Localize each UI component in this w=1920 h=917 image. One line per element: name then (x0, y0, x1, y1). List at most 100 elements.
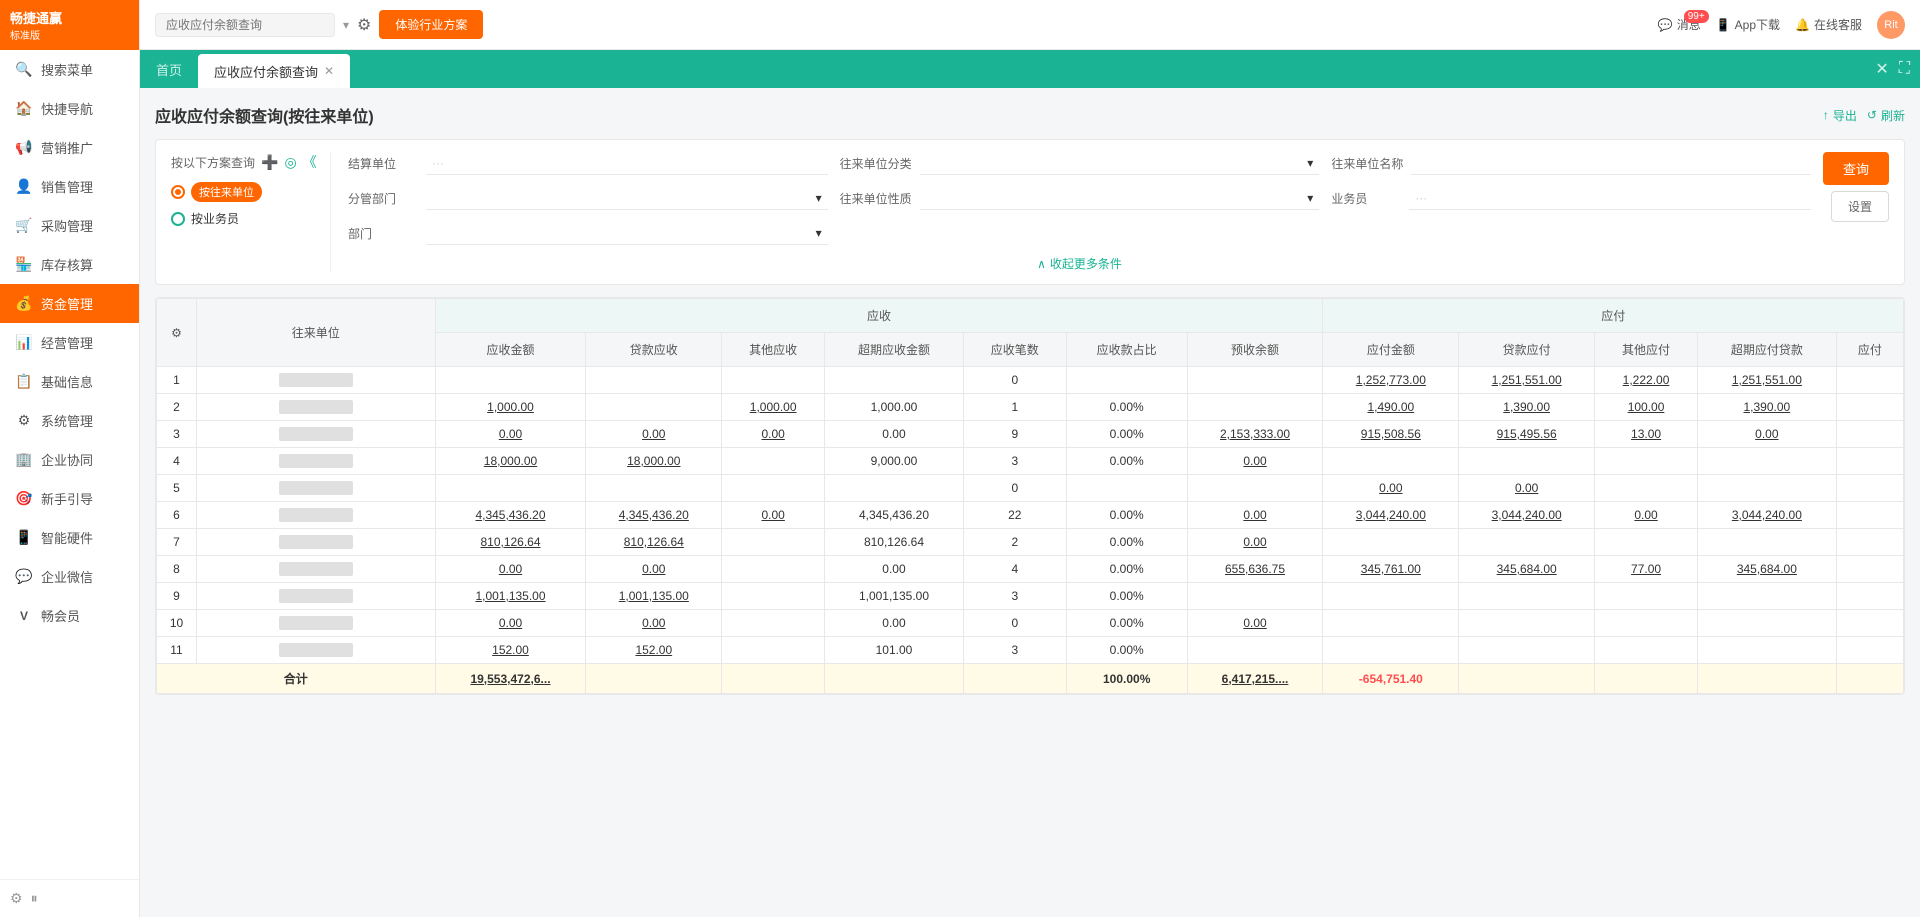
table-cell[interactable]: 0.00 (1698, 421, 1837, 448)
table-cell[interactable]: 345,684.00 (1698, 556, 1837, 583)
close-window-icon[interactable]: ✕ (1875, 59, 1888, 79)
table-cell[interactable]: 0.00 (1323, 475, 1459, 502)
tab-close-icon[interactable]: ✕ (324, 64, 334, 78)
sidebar-item-sales[interactable]: 👤 销售管理 (0, 167, 139, 206)
table-cell[interactable]: 1,001,135.00 (435, 583, 586, 610)
user-avatar[interactable]: Rit (1877, 11, 1905, 39)
table-cell[interactable]: 3,044,240.00 (1323, 502, 1459, 529)
table-cell[interactable] (1187, 583, 1323, 610)
table-cell[interactable] (586, 475, 722, 502)
manage-dept-select[interactable]: ▾ (426, 187, 828, 210)
table-cell[interactable] (1698, 529, 1837, 556)
maximize-icon[interactable]: ⛶ (1899, 60, 1910, 78)
table-cell[interactable]: 0.00 (1459, 475, 1595, 502)
tab-ar-ap[interactable]: 应收应付余额查询 ✕ (198, 54, 350, 88)
settings-gear-icon[interactable]: ⚙ (357, 15, 371, 35)
sidebar-item-guide[interactable]: 🎯 新手引导 (0, 479, 139, 518)
table-cell[interactable]: 1,390.00 (1459, 394, 1595, 421)
table-cell[interactable]: 1,001,135.00 (586, 583, 722, 610)
table-cell[interactable]: 810,126.64 (435, 529, 586, 556)
sidebar-item-finance[interactable]: 💰 资金管理 (0, 284, 139, 323)
table-cell[interactable]: 1,251,551.00 (1459, 367, 1595, 394)
table-cell[interactable] (1595, 610, 1698, 637)
back-icon[interactable]: 《 (303, 152, 317, 172)
sidebar-item-quick-nav[interactable]: 🏠 快捷导航 (0, 89, 139, 128)
table-cell[interactable] (1595, 637, 1698, 664)
table-cell[interactable]: 915,495.56 (1459, 421, 1595, 448)
partner-category-select[interactable]: ▾ (920, 152, 1320, 175)
app-download-btn[interactable]: 📱 App下载 (1716, 16, 1780, 33)
table-cell[interactable]: 0.00 (722, 502, 825, 529)
table-cell[interactable]: 152.00 (435, 637, 586, 664)
table-container[interactable]: ⚙ 往来单位 应收 应付 应收金额 贷款应收 其他应收 超期应收金额 (156, 298, 1904, 694)
table-cell[interactable] (722, 610, 825, 637)
table-cell[interactable]: 915,508.56 (1323, 421, 1459, 448)
refresh-btn[interactable]: ↺ 刷新 (1867, 107, 1905, 124)
total-ar-amount[interactable]: 19,553,472,6... (435, 664, 586, 694)
table-cell[interactable] (722, 475, 825, 502)
table-cell[interactable] (1698, 637, 1837, 664)
table-cell[interactable]: 77.00 (1595, 556, 1698, 583)
table-cell[interactable] (722, 637, 825, 664)
table-cell[interactable]: 3,044,240.00 (1459, 502, 1595, 529)
table-cell[interactable]: 345,684.00 (1459, 556, 1595, 583)
sidebar-item-system[interactable]: ⚙ 系统管理 (0, 401, 139, 440)
table-cell[interactable] (1595, 448, 1698, 475)
dropdown-icon[interactable]: ▾ (343, 18, 349, 32)
table-cell[interactable]: 0.00 (1187, 502, 1323, 529)
table-cell[interactable]: 0.00 (1187, 529, 1323, 556)
table-cell[interactable]: 0.00 (1187, 448, 1323, 475)
sidebar-item-member[interactable]: V 畅会员 (0, 596, 139, 635)
table-cell[interactable] (1323, 448, 1459, 475)
sidebar-item-business[interactable]: 📊 经营管理 (0, 323, 139, 362)
message-btn[interactable]: 💬 消息 99+ (1658, 16, 1701, 33)
table-cell[interactable] (1595, 583, 1698, 610)
table-cell[interactable]: 345,761.00 (1323, 556, 1459, 583)
table-cell[interactable]: 0.00 (435, 610, 586, 637)
sidebar-item-enterprise[interactable]: 🏢 企业协同 (0, 440, 139, 479)
table-cell[interactable] (722, 367, 825, 394)
table-cell[interactable]: 0.00 (1595, 502, 1698, 529)
setting-btn[interactable]: 设置 (1831, 191, 1889, 222)
table-cell[interactable]: 0.00 (586, 421, 722, 448)
table-cell[interactable] (1323, 637, 1459, 664)
table-cell[interactable] (1459, 583, 1595, 610)
table-cell[interactable] (586, 367, 722, 394)
table-cell[interactable] (1187, 637, 1323, 664)
breadcrumb-input[interactable] (155, 13, 335, 37)
table-cell[interactable] (1323, 610, 1459, 637)
table-cell[interactable]: 3,044,240.00 (1698, 502, 1837, 529)
partner-nature-select[interactable]: ▾ (920, 187, 1320, 210)
table-cell[interactable]: 655,636.75 (1187, 556, 1323, 583)
table-cell[interactable] (1698, 583, 1837, 610)
table-cell[interactable]: 1,251,551.00 (1698, 367, 1837, 394)
table-cell[interactable]: 1,490.00 (1323, 394, 1459, 421)
query-btn[interactable]: 查询 (1823, 152, 1889, 185)
table-cell[interactable]: 1,252,773.00 (1323, 367, 1459, 394)
table-cell[interactable]: 0.00 (1187, 610, 1323, 637)
table-cell[interactable] (722, 583, 825, 610)
sidebar-item-hardware[interactable]: 📱 智能硬件 (0, 518, 139, 557)
sidebar-item-search-menu[interactable]: 🔍 搜索菜单 (0, 50, 139, 89)
table-cell[interactable]: 1,222.00 (1595, 367, 1698, 394)
table-cell[interactable]: 810,126.64 (586, 529, 722, 556)
export-btn[interactable]: ↑ 导出 (1823, 107, 1857, 124)
online-service-btn[interactable]: 🔔 在线客服 (1795, 16, 1862, 33)
table-cell[interactable]: 2,153,333.00 (1187, 421, 1323, 448)
table-cell[interactable] (1187, 367, 1323, 394)
table-cell[interactable]: 18,000.00 (435, 448, 586, 475)
method-by-partner[interactable]: 按往来单位 (171, 182, 320, 202)
target-condition-icon[interactable]: ◎ (284, 154, 296, 171)
trial-btn[interactable]: 体验行业方案 (379, 10, 483, 39)
dept-select[interactable]: ▾ (426, 222, 828, 245)
salesman-input[interactable]: ··· (1409, 187, 1811, 210)
table-cell[interactable] (586, 394, 722, 421)
table-cell[interactable]: 0.00 (435, 421, 586, 448)
table-cell[interactable]: 152.00 (586, 637, 722, 664)
table-cell[interactable]: 4,345,436.20 (435, 502, 586, 529)
table-cell[interactable] (1595, 529, 1698, 556)
method-by-salesman[interactable]: 按业务员 (171, 210, 320, 227)
table-cell[interactable] (1459, 529, 1595, 556)
partner-name-input[interactable] (1411, 152, 1811, 175)
table-cell[interactable] (435, 367, 586, 394)
